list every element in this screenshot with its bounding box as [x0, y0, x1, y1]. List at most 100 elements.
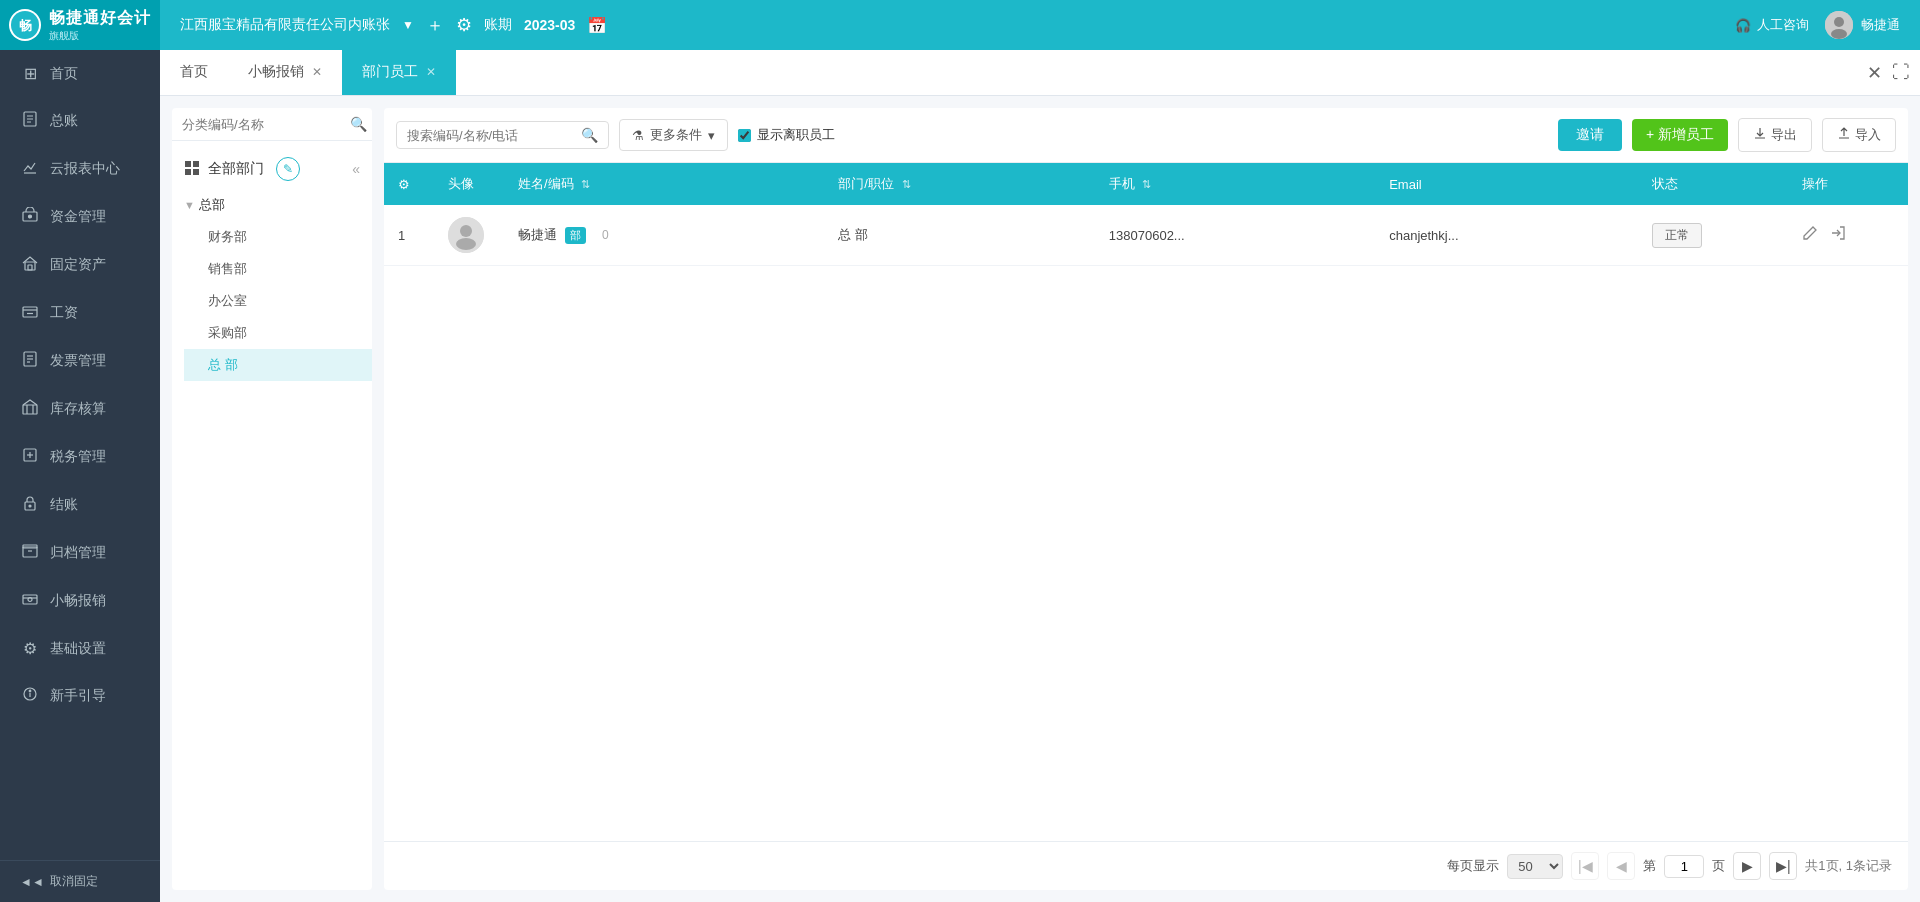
first-page-button[interactable]: |◀	[1571, 852, 1599, 880]
last-page-button[interactable]: ▶|	[1769, 852, 1797, 880]
employee-search-input[interactable]	[407, 128, 575, 143]
import-button[interactable]: 导入	[1822, 118, 1896, 152]
sidebar-label-assets: 固定资产	[50, 256, 106, 274]
dept-search-icon[interactable]: 🔍	[350, 116, 367, 132]
dept-node-zongbu[interactable]: 总 部	[184, 349, 372, 381]
sidebar-item-invoice[interactable]: 发票管理	[0, 337, 160, 385]
dept-node-bangongshi[interactable]: 办公室	[184, 285, 372, 317]
dept-search-input[interactable]	[182, 117, 350, 132]
home-icon: ⊞	[20, 64, 40, 83]
unpin-label: 取消固定	[50, 873, 98, 890]
sidebar-item-expense[interactable]: 小畅报销	[0, 577, 160, 625]
sidebar-item-reports[interactable]: 云报表中心	[0, 145, 160, 193]
col-settings[interactable]: ⚙	[384, 163, 434, 205]
sidebar-label-archive: 归档管理	[50, 544, 106, 562]
page-content: 🔍 全部部门 ✎ « ▼ 总部	[160, 96, 1920, 902]
sidebar-item-inventory[interactable]: 库存核算	[0, 385, 160, 433]
dept-node-caigou[interactable]: 采购部	[184, 317, 372, 349]
sidebar-item-archive[interactable]: 归档管理	[0, 529, 160, 577]
unpin-button[interactable]: ◄◄ 取消固定	[0, 860, 160, 902]
sidebar-item-salary[interactable]: 工资	[0, 289, 160, 337]
sidebar-item-ledger[interactable]: 总账	[0, 97, 160, 145]
header-right: 🎧 人工咨询 畅捷通	[1735, 11, 1920, 39]
dept-node-xiaoshou[interactable]: 销售部	[184, 253, 372, 285]
export-button[interactable]: 导出	[1738, 118, 1812, 152]
employee-name: 畅捷通	[518, 226, 557, 244]
svg-rect-41	[193, 169, 199, 175]
sidebar-item-settings[interactable]: ⚙ 基础设置	[0, 625, 160, 672]
tab-employee[interactable]: 部门员工 ✕	[342, 50, 456, 95]
sidebar-item-tax[interactable]: 税务管理	[0, 433, 160, 481]
employee-table: ⚙ 头像 姓名/编码 ⇅ 部门/职位 ⇅ 手机 ⇅ Email 状态 操作	[384, 163, 1908, 841]
logout-icon[interactable]	[1830, 225, 1846, 245]
employee-search-icon[interactable]: 🔍	[581, 127, 598, 143]
dept-zongbu-label: 总部	[199, 196, 225, 214]
show-resigned-label[interactable]: 显示离职员工	[738, 126, 835, 144]
edit-icon[interactable]	[1802, 225, 1818, 245]
svg-rect-13	[28, 265, 32, 270]
next-page-button[interactable]: ▶	[1733, 852, 1761, 880]
sidebar-label-reports: 云报表中心	[50, 160, 120, 178]
employee-avatar	[448, 217, 484, 253]
prev-page-button[interactable]: ◀	[1607, 852, 1635, 880]
logo-area: 畅 畅捷通好会计 旗舰版	[0, 0, 160, 50]
add-account-button[interactable]: ＋	[426, 13, 444, 37]
tab-expense[interactable]: 小畅报销 ✕	[228, 50, 342, 95]
row-phone-cell: 138070602...	[1095, 205, 1375, 266]
col-phone[interactable]: 手机 ⇅	[1095, 163, 1375, 205]
sidebar-label-inventory: 库存核算	[50, 400, 106, 418]
sidebar-item-guide[interactable]: 新手引导	[0, 672, 160, 720]
svg-rect-14	[23, 307, 37, 317]
tab-expense-close-icon[interactable]: ✕	[312, 65, 322, 79]
tab-close-window-button[interactable]: ✕	[1867, 62, 1882, 84]
status-badge: 正常	[1652, 223, 1702, 248]
sidebar-item-home[interactable]: ⊞ 首页	[0, 50, 160, 97]
svg-rect-21	[23, 405, 37, 414]
dept-search-bar: 🔍	[172, 108, 372, 141]
filter-button[interactable]: ⚗ 更多条件 ▾	[619, 119, 728, 151]
add-employee-button[interactable]: + 新增员工	[1632, 119, 1728, 151]
row-status-cell: 正常	[1638, 205, 1788, 266]
show-resigned-checkbox[interactable]	[738, 129, 751, 142]
settings-gear-icon[interactable]: ⚙	[456, 14, 472, 36]
calendar-icon[interactable]: 📅	[587, 16, 607, 35]
col-avatar: 头像	[434, 163, 504, 205]
company-name[interactable]: 江西服宝精品有限责任公司内账张	[180, 16, 390, 34]
dept-grid-icon	[184, 160, 200, 179]
import-label: 导入	[1855, 126, 1881, 144]
tab-home[interactable]: 首页	[160, 50, 228, 95]
dept-collapse-icon[interactable]: «	[352, 161, 360, 177]
sidebar-label-expense: 小畅报销	[50, 592, 106, 610]
col-dept[interactable]: 部门/职位 ⇅	[824, 163, 1095, 205]
sidebar-item-funds[interactable]: 资金管理	[0, 193, 160, 241]
period-value[interactable]: 2023-03	[524, 17, 575, 33]
archive-icon	[20, 543, 40, 563]
svg-point-28	[29, 505, 31, 507]
dept-edit-button[interactable]: ✎	[276, 157, 300, 181]
funds-icon	[20, 207, 40, 227]
per-page-select[interactable]: 50 10 20 100	[1507, 854, 1563, 879]
tab-employee-close-icon[interactable]: ✕	[426, 65, 436, 79]
dept-all-button[interactable]: 全部部门 ✎ «	[172, 149, 372, 189]
unpin-icon: ◄◄	[20, 875, 44, 889]
col-name[interactable]: 姓名/编码 ⇅	[504, 163, 824, 205]
sidebar-item-assets[interactable]: 固定资产	[0, 241, 160, 289]
svg-point-11	[29, 215, 32, 218]
tab-maximize-button[interactable]: ⛶	[1892, 62, 1910, 83]
export-label: 导出	[1771, 126, 1797, 144]
page-di-label: 第	[1643, 857, 1656, 875]
employee-search-box: 🔍	[396, 121, 609, 149]
dept-node-zongbu-parent[interactable]: ▼ 总部	[172, 189, 372, 221]
invite-button[interactable]: 邀请	[1558, 119, 1622, 151]
page-number-input[interactable]	[1664, 855, 1704, 878]
table-row: 1	[384, 205, 1908, 266]
employee-toolbar: 🔍 ⚗ 更多条件 ▾ 显示离职员工 邀请 + 新增员工	[384, 108, 1908, 163]
service-button[interactable]: 🎧 人工咨询	[1735, 16, 1809, 34]
company-dropdown-icon[interactable]: ▼	[402, 18, 414, 32]
tax-icon	[20, 447, 40, 467]
user-area[interactable]: 畅捷通	[1825, 11, 1900, 39]
user-avatar	[1825, 11, 1853, 39]
sidebar-item-close[interactable]: 结账	[0, 481, 160, 529]
row-action-cell	[1788, 205, 1908, 266]
dept-node-caiwu[interactable]: 财务部	[184, 221, 372, 253]
